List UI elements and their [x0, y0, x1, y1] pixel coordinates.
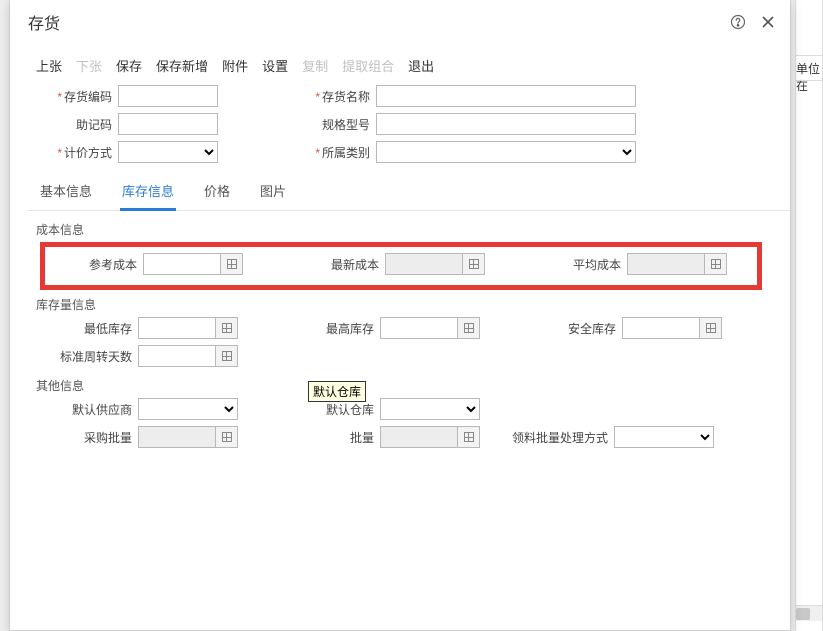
toolbar: 上张 下张 保存 保存新增 附件 设置 复制 提取组合 退出	[10, 42, 790, 85]
calculator-icon	[711, 259, 721, 269]
toolbar-next: 下张	[76, 56, 102, 75]
toolbar-calc-group: 提取组合	[342, 56, 394, 75]
calc-button-turn-days[interactable]	[216, 345, 238, 367]
section-stockqty-title: 库存量信息	[36, 296, 790, 313]
label-name: 存货名称	[322, 90, 370, 104]
input-pick-lot	[380, 426, 458, 448]
calc-button-max-stock[interactable]	[458, 317, 480, 339]
input-spec[interactable]	[376, 113, 636, 135]
label-pricing: 计价方式	[64, 146, 112, 160]
calc-button-new-cost[interactable]	[463, 253, 485, 275]
label-category: 所属类别	[322, 146, 370, 160]
toolbar-attach[interactable]: 附件	[222, 56, 248, 75]
input-buy-lot	[138, 426, 216, 448]
calculator-icon	[464, 323, 474, 333]
label-ref-cost: 参考成本	[53, 256, 143, 273]
calculator-icon	[222, 351, 232, 361]
calc-button-ref-cost[interactable]	[221, 253, 243, 275]
input-turn-days[interactable]	[138, 345, 216, 367]
toolbar-exit[interactable]: 退出	[408, 56, 434, 75]
calc-button-safe-stock[interactable]	[700, 317, 722, 339]
label-turn-days: 标准周转天数	[48, 348, 138, 365]
calc-button-pick-lot[interactable]	[458, 426, 480, 448]
calculator-icon	[222, 432, 232, 442]
toolbar-save[interactable]: 保存	[116, 56, 142, 75]
calculator-icon	[227, 259, 237, 269]
calculator-icon	[464, 432, 474, 442]
scrollbar-thumb[interactable]	[796, 608, 810, 620]
calc-button-min-stock[interactable]	[216, 317, 238, 339]
label-new-cost: 最新成本	[257, 256, 385, 273]
section-cost-title: 成本信息	[36, 221, 790, 238]
input-name[interactable]	[376, 85, 636, 107]
tab-stock[interactable]: 库存信息	[120, 177, 176, 211]
titlebar: 存货	[10, 0, 790, 42]
select-pricing[interactable]	[118, 141, 218, 163]
label-default-warehouse: 默认仓库	[252, 401, 380, 418]
label-code: 存货编码	[64, 90, 112, 104]
tab-basic[interactable]: 基本信息	[38, 177, 94, 210]
bg-header-fragment: 单位在	[796, 60, 822, 94]
toolbar-copy: 复制	[302, 56, 328, 75]
select-category[interactable]	[376, 141, 636, 163]
input-min-stock[interactable]	[138, 317, 216, 339]
highlighted-cost-row: 参考成本 最新成本 平均成本	[40, 242, 762, 290]
input-max-stock[interactable]	[380, 317, 458, 339]
label-max-stock: 最高库存	[252, 320, 380, 337]
calculator-icon	[222, 323, 232, 333]
label-spec: 规格型号	[322, 118, 370, 132]
tab-image[interactable]: 图片	[258, 177, 288, 210]
select-default-supplier[interactable]	[138, 398, 238, 420]
label-memo: 助记码	[76, 118, 112, 132]
toolbar-save-new[interactable]: 保存新增	[156, 56, 208, 75]
label-pick-lot: 批量	[252, 429, 380, 446]
input-code[interactable]	[118, 85, 218, 107]
label-avg-cost: 平均成本	[499, 256, 627, 273]
label-buy-lot: 采购批量	[48, 429, 138, 446]
label-default-supplier: 默认供应商	[48, 401, 138, 418]
input-avg-cost	[627, 253, 705, 275]
input-new-cost	[385, 253, 463, 275]
input-ref-cost[interactable]	[143, 253, 221, 275]
dialog-inventory: 存货 上张 下张 保存 保存新增 附件 设置 复制 提取组合 退出 *存货编码 …	[9, 0, 791, 631]
help-icon[interactable]	[730, 14, 746, 30]
toolbar-prev[interactable]: 上张	[36, 56, 62, 75]
section-other-title: 其他信息	[36, 377, 790, 394]
background-scrollbar[interactable]	[796, 605, 822, 621]
select-pick-mode[interactable]	[614, 426, 714, 448]
calculator-icon	[469, 259, 479, 269]
background-panel: 单位在	[795, 0, 823, 631]
label-safe-stock: 安全库存	[494, 320, 622, 337]
close-icon[interactable]	[760, 14, 776, 30]
calc-button-buy-lot[interactable]	[216, 426, 238, 448]
tooltip-default-warehouse: 默认仓库	[308, 381, 366, 402]
select-default-warehouse[interactable]	[380, 398, 480, 420]
dialog-title: 存货	[28, 10, 60, 34]
label-min-stock: 最低库存	[48, 320, 138, 337]
input-memo[interactable]	[118, 113, 218, 135]
calc-button-avg-cost[interactable]	[705, 253, 727, 275]
tabs: 基本信息 库存信息 价格 图片	[28, 169, 790, 211]
toolbar-settings[interactable]: 设置	[262, 56, 288, 75]
tab-price[interactable]: 价格	[202, 177, 232, 210]
label-pick-mode: 领料批量处理方式	[494, 429, 614, 446]
input-safe-stock[interactable]	[622, 317, 700, 339]
calculator-icon	[706, 323, 716, 333]
